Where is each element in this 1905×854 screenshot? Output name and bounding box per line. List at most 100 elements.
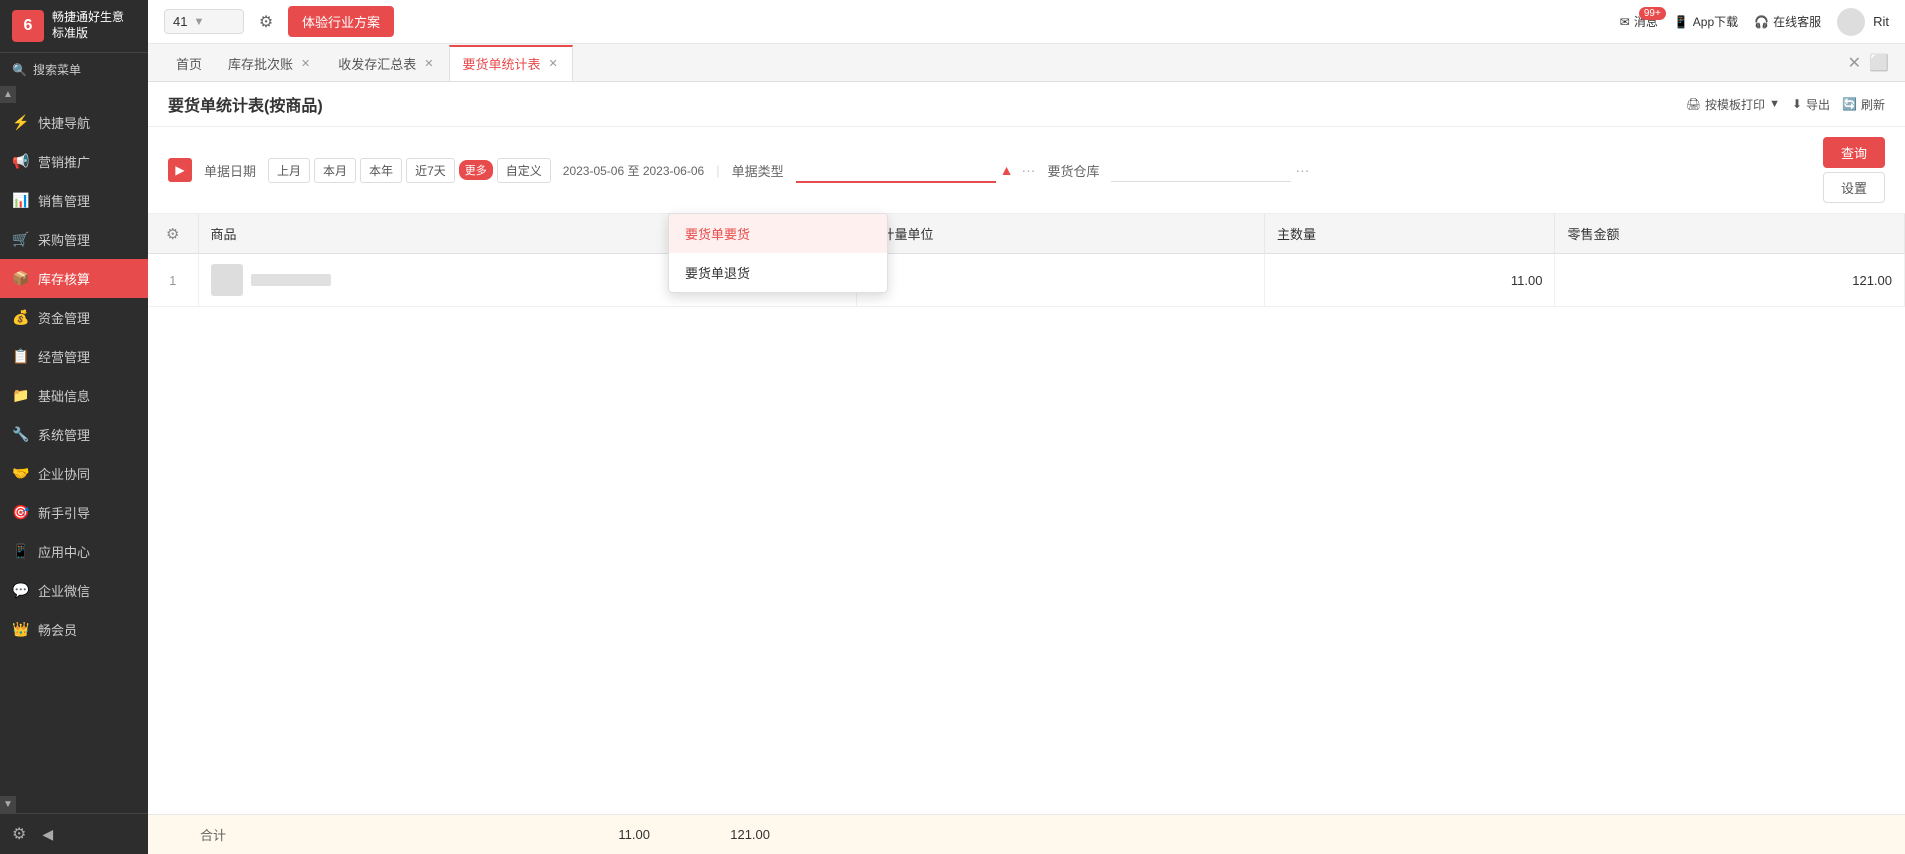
nav-scroll-down[interactable]: ▼ <box>0 796 16 813</box>
tab-order-summary-close[interactable]: ✕ <box>547 55 560 72</box>
header-gear-button[interactable]: ⚙ <box>252 8 280 36</box>
sidebar-item-wechat[interactable]: 💬 企业微信 <box>0 571 148 610</box>
date-custom[interactable]: 自定义 <box>497 158 551 183</box>
col-settings: ⚙ <box>148 214 198 254</box>
tabs-maximize-icon[interactable]: ⬜ <box>1869 53 1889 73</box>
tab-inventory-batch[interactable]: 库存批次账 ✕ <box>216 45 324 81</box>
col-unit: 主计量单位 <box>856 214 1264 254</box>
sidebar-item-enterprise[interactable]: 🤝 企业协同 <box>0 454 148 493</box>
collapse-icon[interactable]: ◀ <box>42 826 53 843</box>
enterprise-label: 企业协同 <box>38 464 90 483</box>
online-service-badge[interactable]: 🎧 在线客服 <box>1754 13 1821 30</box>
refresh-label: 刷新 <box>1861 96 1885 113</box>
type-chevron-icon[interactable]: ▲ <box>1000 162 1014 178</box>
sidebar-item-basic[interactable]: 📁 基础信息 <box>0 376 148 415</box>
sidebar-item-system[interactable]: 🔧 系统管理 <box>0 415 148 454</box>
tab-selector[interactable]: 41 ▼ <box>164 9 244 34</box>
sidebar-item-guide[interactable]: 🎯 新手引导 <box>0 493 148 532</box>
app-name: 畅捷通好生意 <box>52 10 124 26</box>
date-last-7days[interactable]: 近7天 <box>406 158 455 183</box>
user-info[interactable]: Rit <box>1837 8 1889 36</box>
page-actions: 🖨 按模板打印 ▼ ⬇ 导出 🔄 刷新 <box>1686 96 1885 113</box>
sidebar-item-purchase[interactable]: 🛒 采购管理 <box>0 220 148 259</box>
wechat-icon: 💬 <box>12 582 30 599</box>
tab-order-summary[interactable]: 要货单统计表 ✕ <box>449 45 572 81</box>
export-button[interactable]: ⬇ 导出 <box>1792 96 1830 113</box>
print-button[interactable]: 🖨 按模板打印 ▼ <box>1686 96 1780 113</box>
footer-label: 合计 <box>160 825 530 844</box>
export-label: 导出 <box>1806 96 1830 113</box>
dropdown-item-0[interactable]: 要货单要货 <box>669 214 887 253</box>
marketing-icon: 📢 <box>12 153 30 170</box>
tab-home[interactable]: 首页 <box>164 45 214 81</box>
system-label: 系统管理 <box>38 425 90 444</box>
tab-inventory-batch-close[interactable]: ✕ <box>299 55 312 72</box>
service-icon: 🎧 <box>1754 15 1769 29</box>
print-chevron-icon: ▼ <box>1769 98 1780 110</box>
app-download-badge[interactable]: 📱 App下载 <box>1674 13 1738 30</box>
cell-index: 1 <box>148 254 198 307</box>
user-avatar <box>1837 8 1865 36</box>
trial-button[interactable]: 体验行业方案 <box>288 6 394 37</box>
system-icon: 🔧 <box>12 426 30 443</box>
app-logo: 6 畅捷通好生意 标准版 <box>0 0 148 53</box>
basic-label: 基础信息 <box>38 386 90 405</box>
search-menu[interactable]: 🔍 搜索菜单 <box>0 53 148 86</box>
tabs-actions: ✕ ⬜ <box>1848 53 1889 73</box>
inventory-icon: 📦 <box>12 270 30 287</box>
sidebar-item-business[interactable]: 📋 经营管理 <box>0 337 148 376</box>
mobile-icon: 📱 <box>1674 15 1689 29</box>
quick-nav-icon: ⚡ <box>12 114 30 131</box>
tab-inventory-batch-label: 库存批次账 <box>228 54 293 73</box>
user-name: Rit <box>1873 14 1889 29</box>
warehouse-input[interactable] <box>1111 158 1291 182</box>
messages-badge[interactable]: ✉ 消息 99+ <box>1620 13 1658 30</box>
date-this-month[interactable]: 本月 <box>314 158 356 183</box>
header-right: ✉ 消息 99+ 📱 App下载 🎧 在线客服 Rit <box>1620 8 1889 36</box>
sidebar-item-vip[interactable]: 👑 畅会员 <box>0 610 148 649</box>
sales-label: 销售管理 <box>38 191 90 210</box>
logo-icon: 6 <box>12 10 44 42</box>
tab-receive-summary[interactable]: 收发存汇总表 ✕ <box>326 45 447 81</box>
refresh-button[interactable]: 🔄 刷新 <box>1842 96 1885 113</box>
type-dots-icon[interactable]: ··· <box>1021 162 1035 178</box>
set-button[interactable]: 设置 <box>1823 172 1885 203</box>
tab-home-label: 首页 <box>176 54 202 73</box>
date-more-badge[interactable]: 更多 <box>459 160 493 180</box>
page-title: 要货单统计表(按商品) <box>168 92 323 116</box>
tabs-close-all-icon[interactable]: ✕ <box>1848 53 1861 73</box>
appstore-icon: 📱 <box>12 543 30 560</box>
sidebar-item-inventory[interactable]: 📦 库存核算 <box>0 259 148 298</box>
filter-expand-button[interactable]: ▶ <box>168 158 192 182</box>
sidebar-item-sales[interactable]: 📊 销售管理 <box>0 181 148 220</box>
table-row: 1 块 11.00 121.00 <box>148 254 1905 307</box>
dropdown-item-1[interactable]: 要货单退货 <box>669 253 887 292</box>
enterprise-icon: 🤝 <box>12 465 30 482</box>
message-icon: ✉ <box>1620 15 1630 29</box>
search-label: 搜索菜单 <box>33 61 81 78</box>
nav-scroll-up[interactable]: ▲ <box>0 86 16 103</box>
sidebar-item-appstore[interactable]: 📱 应用中心 <box>0 532 148 571</box>
sidebar-item-marketing[interactable]: 📢 营销推广 <box>0 142 148 181</box>
app-sub: 标准版 <box>52 26 124 42</box>
warehouse-dots-icon[interactable]: ··· <box>1295 162 1309 178</box>
filter-divider: | <box>716 163 719 178</box>
filter-bar: ▶ 单据日期 上月 本月 本年 近7天 更多 自定义 2023-05-06 至 … <box>148 127 1905 214</box>
table-settings-icon[interactable]: ⚙ <box>166 226 179 243</box>
cell-amount: 121.00 <box>1555 254 1905 307</box>
tab-receive-summary-close[interactable]: ✕ <box>422 55 435 72</box>
query-button[interactable]: 查询 <box>1823 137 1885 168</box>
date-this-year[interactable]: 本年 <box>360 158 402 183</box>
sidebar-nav: ⚡ 快捷导航 📢 营销推广 📊 销售管理 🛒 采购管理 📦 库存核算 💰 资金管… <box>0 103 148 796</box>
settings-icon[interactable]: ⚙ <box>12 824 26 844</box>
search-icon: 🔍 <box>12 63 27 77</box>
business-label: 经营管理 <box>38 347 90 366</box>
type-input[interactable] <box>796 158 996 183</box>
sidebar-item-finance[interactable]: 💰 资金管理 <box>0 298 148 337</box>
header-left: 41 ▼ ⚙ 体验行业方案 <box>164 6 394 37</box>
table-body: 1 块 11.00 121.00 <box>148 254 1905 307</box>
marketing-label: 营销推广 <box>38 152 90 171</box>
inventory-label: 库存核算 <box>38 269 90 288</box>
date-last-month[interactable]: 上月 <box>268 158 310 183</box>
sidebar-item-quick-nav[interactable]: ⚡ 快捷导航 <box>0 103 148 142</box>
